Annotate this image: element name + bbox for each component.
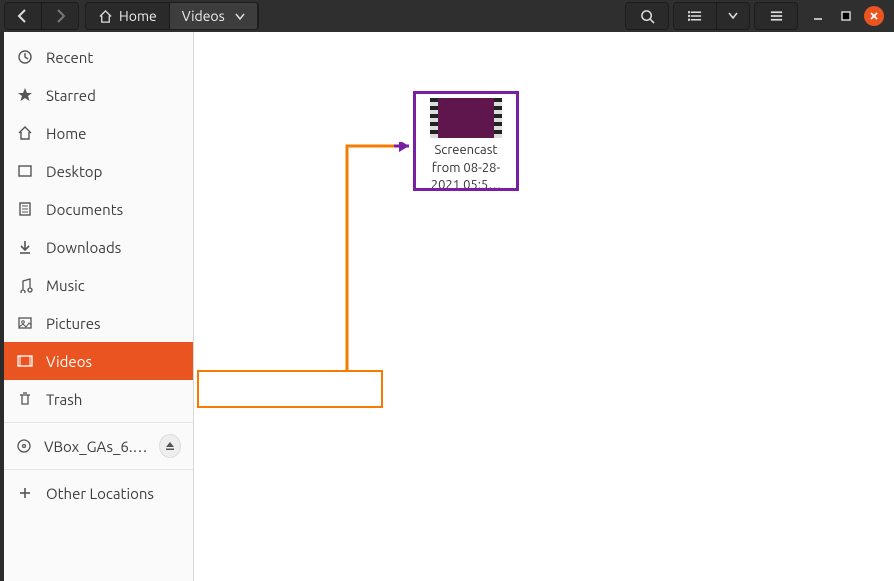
star-icon [16, 87, 34, 103]
nav-button-group [4, 2, 79, 30]
path-home-label: Home [119, 8, 157, 24]
annotation-videos-frame [197, 370, 383, 408]
sidebar-item-label: Videos [46, 353, 92, 370]
close-icon [868, 10, 880, 22]
disc-icon [16, 438, 32, 454]
sidebar-item-label: Pictures [46, 315, 101, 332]
sidebar: Recent Starred Home Desktop Documents Do… [4, 32, 194, 581]
sidebar-item-label: Other Locations [46, 485, 154, 502]
search-button-group [625, 2, 669, 30]
path-current[interactable]: Videos [170, 3, 258, 29]
videos-icon [16, 353, 34, 369]
file-name: Screencast from 08-28- 2021 05:5… [411, 142, 521, 195]
pathbar: Home Videos [85, 2, 259, 30]
sidebar-item-starred[interactable]: Starred [4, 76, 193, 114]
menu-button-group [754, 2, 798, 30]
sidebar-item-label: Trash [46, 391, 82, 408]
window-minimize-button[interactable] [808, 6, 828, 26]
search-icon [640, 9, 655, 24]
window-body: Recent Starred Home Desktop Documents Do… [4, 32, 894, 581]
music-icon [16, 277, 34, 293]
content-pane[interactable]: Screencast from 08-28- 2021 05:5… [194, 32, 894, 581]
documents-icon [16, 201, 34, 217]
sidebar-separator [4, 422, 193, 423]
eject-button[interactable] [159, 434, 181, 458]
sidebar-item-recent[interactable]: Recent [4, 38, 193, 76]
sidebar-item-label: Downloads [46, 239, 121, 256]
path-caret-icon [235, 8, 245, 24]
downloads-icon [16, 239, 34, 255]
list-icon [688, 9, 703, 23]
sidebar-item-music[interactable]: Music [4, 266, 193, 304]
search-button[interactable] [626, 3, 668, 29]
path-home[interactable]: Home [86, 3, 170, 29]
sidebar-item-label: VBox_GAs_6.… [44, 438, 147, 455]
pictures-icon [16, 315, 34, 331]
sidebar-item-label: Documents [46, 201, 123, 218]
home-icon [16, 125, 34, 141]
eject-icon [165, 441, 175, 451]
trash-icon [16, 391, 34, 407]
video-thumbnail [438, 98, 494, 138]
minimize-icon [812, 10, 824, 22]
sidebar-item-label: Music [46, 277, 85, 294]
sidebar-item-documents[interactable]: Documents [4, 190, 193, 228]
window-controls [808, 0, 884, 32]
view-list-button[interactable] [674, 3, 717, 29]
sidebar-item-label: Home [46, 125, 86, 142]
annotation-arrow [339, 142, 419, 392]
sidebar-item-label: Starred [46, 87, 96, 104]
sidebar-item-other-locations[interactable]: Other Locations [4, 474, 193, 512]
sidebar-item-trash[interactable]: Trash [4, 380, 193, 418]
chevron-down-icon [728, 12, 738, 20]
back-button[interactable] [5, 3, 41, 29]
sidebar-item-pictures[interactable]: Pictures [4, 304, 193, 342]
sidebar-separator [4, 469, 193, 470]
path-current-label: Videos [182, 8, 225, 24]
sidebar-item-label: Recent [46, 49, 93, 66]
forward-button[interactable] [41, 3, 78, 29]
desktop-icon [16, 163, 34, 179]
recent-icon [16, 49, 34, 65]
maximize-icon [840, 10, 852, 22]
sidebar-item-downloads[interactable]: Downloads [4, 228, 193, 266]
plus-icon [16, 485, 34, 501]
sidebar-item-mount[interactable]: VBox_GAs_6.… [4, 427, 193, 465]
hamburger-menu-button[interactable] [755, 3, 797, 29]
titlebar: Home Videos [0, 0, 894, 32]
window-close-button[interactable] [864, 6, 884, 26]
view-options-button[interactable] [717, 3, 749, 29]
file-item[interactable]: Screencast from 08-28- 2021 05:5… [411, 98, 521, 195]
window-maximize-button[interactable] [836, 6, 856, 26]
sidebar-item-label: Desktop [46, 163, 102, 180]
view-button-group [673, 2, 750, 30]
sidebar-item-videos[interactable]: Videos [4, 342, 193, 380]
sidebar-item-desktop[interactable]: Desktop [4, 152, 193, 190]
sidebar-item-home[interactable]: Home [4, 114, 193, 152]
hamburger-icon [769, 9, 784, 23]
